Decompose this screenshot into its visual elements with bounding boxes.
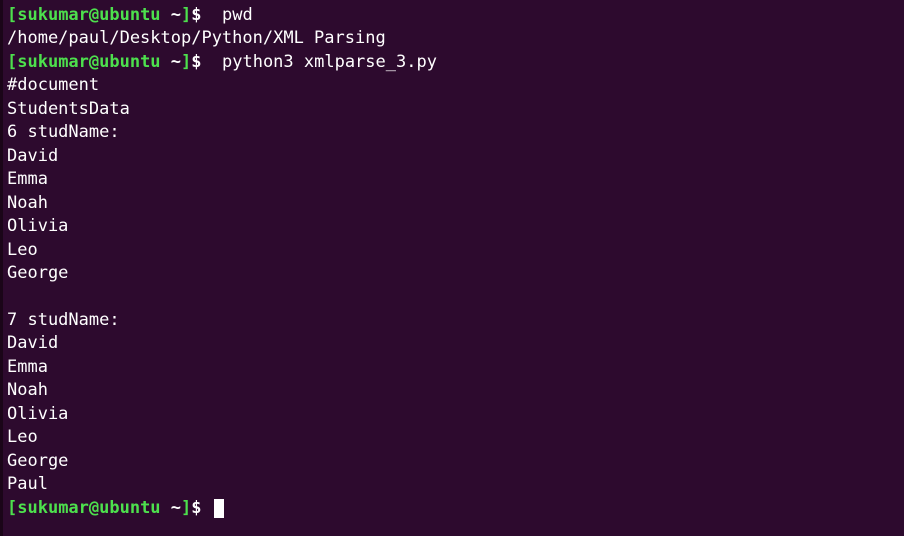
output-name: Noah	[7, 192, 900, 215]
prompt-user-host: sukumar@ubuntu	[17, 498, 171, 518]
output-name: Leo	[7, 239, 900, 262]
prompt-line-3: [sukumar@ubuntu ~]$	[7, 497, 900, 520]
output-name: Olivia	[7, 215, 900, 238]
prompt-line-2: [sukumar@ubuntu ~]$ python3 xmlparse_3.p…	[7, 51, 900, 74]
prompt-path: ~	[171, 52, 181, 72]
prompt-user-host: sukumar@ubuntu	[17, 5, 171, 25]
output-name: David	[7, 145, 900, 168]
prompt-bracket-close: ]	[181, 52, 191, 72]
prompt-path: ~	[171, 498, 181, 518]
output-pwd: /home/paul/Desktop/Python/XML Parsing	[7, 27, 900, 50]
output-name: David	[7, 332, 900, 355]
output-name: George	[7, 450, 900, 473]
prompt-bracket-close: ]	[181, 498, 191, 518]
prompt-user-host: sukumar@ubuntu	[17, 52, 171, 72]
output-name: Noah	[7, 379, 900, 402]
prompt-line-1: [sukumar@ubuntu ~]$ pwd	[7, 4, 900, 27]
output-name: George	[7, 262, 900, 285]
output-name: Emma	[7, 356, 900, 379]
prompt-bracket-open: [	[7, 498, 17, 518]
prompt-dollar: $	[191, 498, 211, 518]
prompt-dollar: $	[191, 52, 211, 72]
terminal[interactable]: [sukumar@ubuntu ~]$ pwd /home/paul/Deskt…	[3, 0, 904, 524]
output-name: Leo	[7, 426, 900, 449]
blank-line	[7, 285, 900, 308]
prompt-bracket-close: ]	[181, 5, 191, 25]
output-name: Paul	[7, 473, 900, 496]
prompt-bracket-open: [	[7, 52, 17, 72]
prompt-dollar: $	[191, 5, 211, 25]
command-pwd: pwd	[212, 5, 253, 25]
prompt-bracket-open: [	[7, 5, 17, 25]
output-name: Olivia	[7, 403, 900, 426]
output-block1-header: 6 studName:	[7, 121, 900, 144]
output-name: Emma	[7, 168, 900, 191]
output-document: #document	[7, 74, 900, 97]
command-python: python3 xmlparse_3.py	[212, 52, 437, 72]
output-block2-header: 7 studName:	[7, 309, 900, 332]
cursor-icon[interactable]	[214, 499, 224, 518]
output-studentsdata: StudentsData	[7, 98, 900, 121]
prompt-path: ~	[171, 5, 181, 25]
